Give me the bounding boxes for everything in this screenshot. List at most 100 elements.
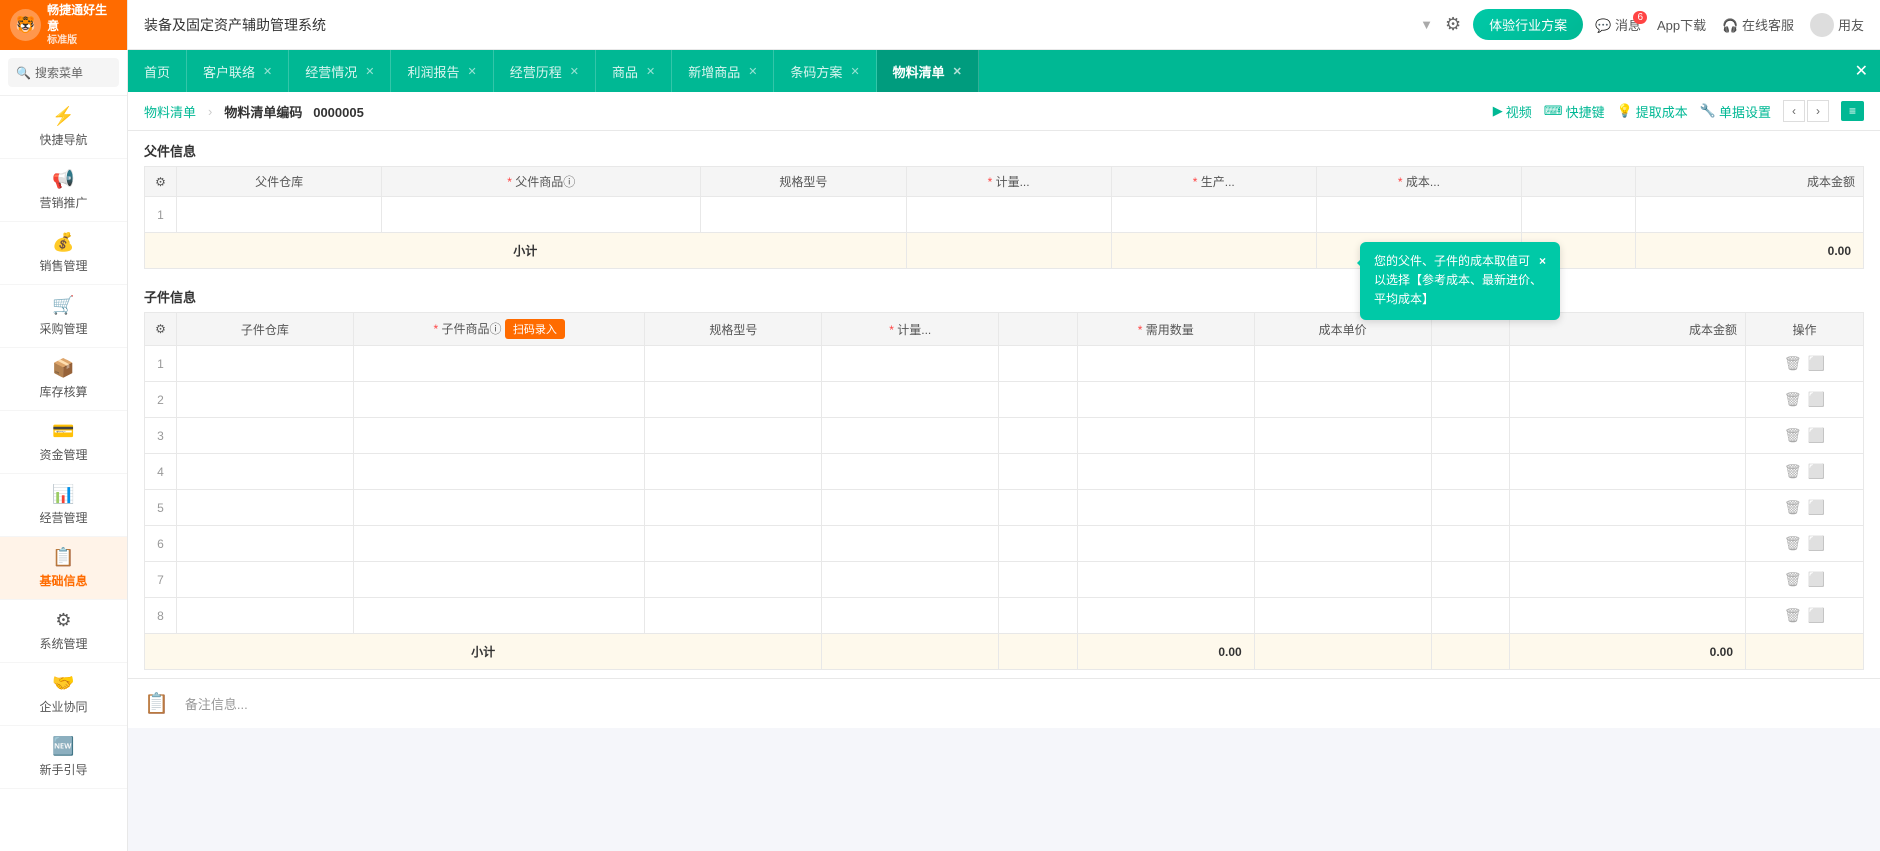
child-goods-8[interactable] bbox=[353, 598, 645, 634]
nav-tab-3[interactable]: 利润报告✕ bbox=[391, 50, 493, 92]
shortcut-btn[interactable]: ⌨ 快捷键 bbox=[1544, 102, 1605, 121]
nav-tab-1[interactable]: 客户联络✕ bbox=[187, 50, 289, 92]
child-unit-cost-2[interactable] bbox=[1254, 382, 1431, 418]
delete-icon-7[interactable]: 🗑 bbox=[1784, 571, 1802, 588]
child-unit-cost-3[interactable] bbox=[1254, 418, 1431, 454]
sidebar-item-sales[interactable]: 💰 销售管理 bbox=[0, 222, 127, 285]
bottom-bar-text[interactable]: 备注信息... bbox=[185, 694, 248, 713]
next-btn[interactable]: › bbox=[1807, 100, 1829, 122]
child-goods-6[interactable] bbox=[353, 526, 645, 562]
child-need-qty-3[interactable] bbox=[1077, 418, 1254, 454]
delete-icon-3[interactable]: 🗑 bbox=[1784, 427, 1802, 444]
nav-tab-close-6[interactable]: ✕ bbox=[748, 65, 757, 78]
child-goods-5[interactable] bbox=[353, 490, 645, 526]
child-unit-2[interactable] bbox=[822, 382, 999, 418]
child-goods-3[interactable] bbox=[353, 418, 645, 454]
child-unit-cost-8[interactable] bbox=[1254, 598, 1431, 634]
nav-tab-5[interactable]: 商品✕ bbox=[596, 50, 672, 92]
child-spec-3[interactable] bbox=[645, 418, 822, 454]
list-view-btn[interactable]: ≡ bbox=[1841, 101, 1864, 121]
child-spec-6[interactable] bbox=[645, 526, 822, 562]
child-spec-4[interactable] bbox=[645, 454, 822, 490]
child-unit-cost-5[interactable] bbox=[1254, 490, 1431, 526]
sidebar-item-finance[interactable]: 💳 资金管理 bbox=[0, 411, 127, 474]
child-warehouse-5[interactable] bbox=[177, 490, 354, 526]
nav-tab-0[interactable]: 首页 bbox=[128, 50, 187, 92]
child-warehouse-6[interactable] bbox=[177, 526, 354, 562]
parent-goods-1[interactable] bbox=[382, 197, 701, 233]
child-unit-cost-6[interactable] bbox=[1254, 526, 1431, 562]
nav-tab-close-3[interactable]: ✕ bbox=[468, 65, 477, 78]
nav-tab-close-2[interactable]: ✕ bbox=[365, 65, 374, 78]
prev-btn[interactable]: ‹ bbox=[1783, 100, 1805, 122]
child-unit-cost-4[interactable] bbox=[1254, 454, 1431, 490]
child-unit-6[interactable] bbox=[822, 526, 999, 562]
child-need-qty-1[interactable] bbox=[1077, 346, 1254, 382]
child-warehouse-8[interactable] bbox=[177, 598, 354, 634]
parent-spec-1[interactable] bbox=[701, 197, 906, 233]
nav-tab-6[interactable]: 新增商品✕ bbox=[672, 50, 774, 92]
nav-tab-7[interactable]: 条码方案✕ bbox=[774, 50, 876, 92]
bottom-bar-icon[interactable]: 📋 bbox=[144, 691, 169, 716]
nav-tab-2[interactable]: 经营情况✕ bbox=[289, 50, 391, 92]
child-unit-1[interactable] bbox=[822, 346, 999, 382]
copy-icon-2[interactable]: ⬜ bbox=[1808, 391, 1825, 408]
user-avatar[interactable]: 用友 bbox=[1810, 13, 1864, 37]
parent-unit-1[interactable] bbox=[906, 197, 1111, 233]
delete-icon-1[interactable]: 🗑 bbox=[1784, 355, 1802, 372]
view-btn[interactable]: ▶ 视频 bbox=[1493, 102, 1532, 121]
settings-icon[interactable]: ⚙ bbox=[1445, 14, 1461, 35]
child-goods-7[interactable] bbox=[353, 562, 645, 598]
sidebar-item-system[interactable]: ⚙ 系统管理 bbox=[0, 600, 127, 663]
child-need-qty-5[interactable] bbox=[1077, 490, 1254, 526]
child-unit-7[interactable] bbox=[822, 562, 999, 598]
extract-cost-btn[interactable]: 💡 提取成本 bbox=[1617, 102, 1688, 121]
delete-icon-8[interactable]: 🗑 bbox=[1784, 607, 1802, 624]
online-service[interactable]: 🎧 在线客服 bbox=[1722, 15, 1794, 34]
child-warehouse-1[interactable] bbox=[177, 346, 354, 382]
close-all-tabs-btn[interactable]: ✕ bbox=[1843, 61, 1880, 81]
parent-warehouse-1[interactable] bbox=[177, 197, 382, 233]
child-col-gear[interactable]: ⚙ bbox=[145, 313, 177, 346]
tooltip-close-btn[interactable]: × bbox=[1539, 252, 1546, 271]
child-need-qty-6[interactable] bbox=[1077, 526, 1254, 562]
sidebar-item-basic[interactable]: 📋 基础信息 bbox=[0, 537, 127, 600]
sidebar-item-guide[interactable]: 🆕 新手引导 bbox=[0, 726, 127, 789]
copy-icon-3[interactable]: ⬜ bbox=[1808, 427, 1825, 444]
sidebar-item-inventory[interactable]: 📦 库存核算 bbox=[0, 348, 127, 411]
child-spec-2[interactable] bbox=[645, 382, 822, 418]
nav-tab-close-1[interactable]: ✕ bbox=[263, 65, 272, 78]
delete-icon-5[interactable]: 🗑 bbox=[1784, 499, 1802, 516]
single-setup-btn[interactable]: 🔧 单据设置 bbox=[1700, 102, 1771, 121]
copy-icon-6[interactable]: ⬜ bbox=[1808, 535, 1825, 552]
sidebar-item-cooperation[interactable]: 🤝 企业协同 bbox=[0, 663, 127, 726]
child-warehouse-4[interactable] bbox=[177, 454, 354, 490]
child-spec-7[interactable] bbox=[645, 562, 822, 598]
search-menu-button[interactable]: 🔍 搜索菜单 bbox=[8, 58, 119, 87]
child-goods-1[interactable] bbox=[353, 346, 645, 382]
child-warehouse-2[interactable] bbox=[177, 382, 354, 418]
copy-icon-8[interactable]: ⬜ bbox=[1808, 607, 1825, 624]
nav-tab-close-7[interactable]: ✕ bbox=[850, 65, 859, 78]
delete-icon-2[interactable]: 🗑 bbox=[1784, 391, 1802, 408]
copy-icon-1[interactable]: ⬜ bbox=[1808, 355, 1825, 372]
nav-tab-close-8[interactable]: ✕ bbox=[953, 65, 962, 78]
child-unit-cost-7[interactable] bbox=[1254, 562, 1431, 598]
child-spec-5[interactable] bbox=[645, 490, 822, 526]
child-unit-4[interactable] bbox=[822, 454, 999, 490]
sidebar-item-marketing[interactable]: 📢 营销推广 bbox=[0, 159, 127, 222]
dropdown-arrow[interactable]: ▼ bbox=[1420, 17, 1433, 32]
nav-tab-4[interactable]: 经营历程✕ bbox=[494, 50, 596, 92]
child-warehouse-3[interactable] bbox=[177, 418, 354, 454]
sidebar-item-business[interactable]: 📊 经营管理 bbox=[0, 474, 127, 537]
experience-btn[interactable]: 体验行业方案 bbox=[1473, 9, 1583, 40]
breadcrumb-page[interactable]: 物料清单 bbox=[144, 102, 196, 121]
copy-icon-5[interactable]: ⬜ bbox=[1808, 499, 1825, 516]
child-need-qty-4[interactable] bbox=[1077, 454, 1254, 490]
message-badge[interactable]: 💬 消息 6 bbox=[1595, 15, 1641, 34]
child-goods-4[interactable] bbox=[353, 454, 645, 490]
parent-produce-1[interactable] bbox=[1111, 197, 1316, 233]
nav-tab-8[interactable]: 物料清单✕ bbox=[877, 50, 979, 92]
parent-cost-1[interactable] bbox=[1316, 197, 1521, 233]
child-unit-5[interactable] bbox=[822, 490, 999, 526]
